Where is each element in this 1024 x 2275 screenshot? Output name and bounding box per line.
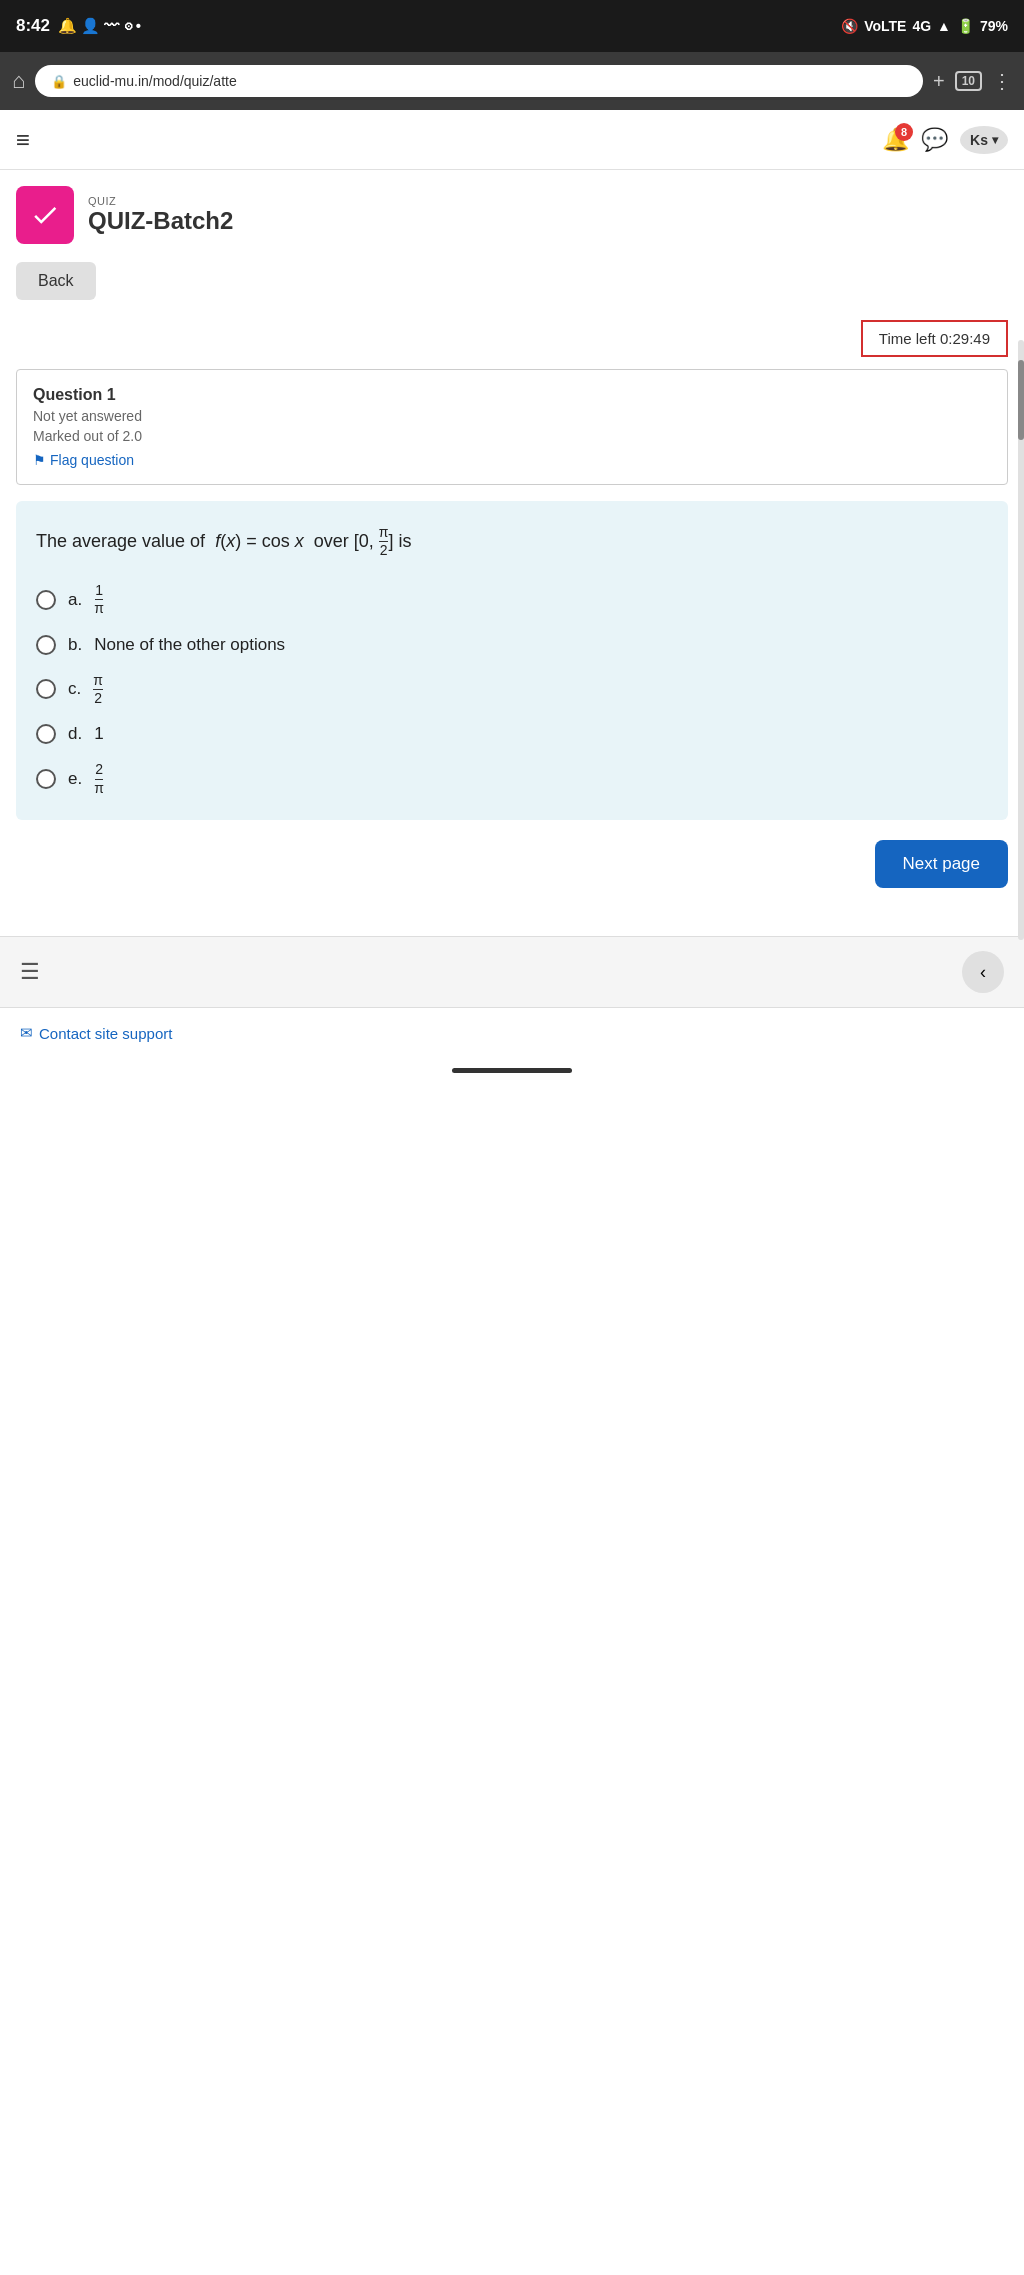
flag-label: Flag question <box>50 452 134 468</box>
option-b-value: None of the other options <box>94 635 285 655</box>
browser-actions: + 10 ⋮ <box>933 69 1012 93</box>
footer: ✉ Contact site support <box>0 1007 1024 1058</box>
radio-d[interactable] <box>36 724 56 744</box>
next-page-container: Next page <box>16 840 1008 888</box>
question-status: Not yet answered <box>33 408 991 424</box>
signal-bars: ▲ <box>937 18 951 34</box>
notifications-bell[interactable]: 🔔 8 <box>882 127 909 153</box>
option-d[interactable]: d. 1 <box>36 724 988 744</box>
chevron-down-icon: ▾ <box>992 133 998 147</box>
lte-label: VoLTE <box>864 18 906 34</box>
timer-container: Time left 0:29:49 <box>16 320 1008 357</box>
radio-e[interactable] <box>36 769 56 789</box>
quiz-header: QUIZ QUIZ-Batch2 <box>16 186 1008 244</box>
option-e-value: 2π <box>94 762 104 796</box>
user-initials: Ks <box>970 132 988 148</box>
user-avatar[interactable]: Ks ▾ <box>960 126 1008 154</box>
option-b-label: b. <box>68 635 82 655</box>
quiz-label: QUIZ <box>88 195 233 207</box>
notification-badge: 8 <box>895 123 913 141</box>
question-text: The average value of f(x) = cos x over [… <box>36 525 988 559</box>
radio-b[interactable] <box>36 635 56 655</box>
mute-icon: 🔇 <box>841 18 858 34</box>
next-page-button[interactable]: Next page <box>875 840 1009 888</box>
chat-icon[interactable]: 💬 <box>921 127 948 153</box>
flag-icon: ⚑ <box>33 452 46 468</box>
bottom-nav: ☰ ‹ <box>0 936 1024 1007</box>
main-content: QUIZ QUIZ-Batch2 Back Time left 0:29:49 … <box>0 170 1024 928</box>
tab-count[interactable]: 10 <box>955 71 982 91</box>
back-nav-button[interactable]: ‹ <box>962 951 1004 993</box>
radio-a[interactable] <box>36 590 56 610</box>
lock-icon: 🔒 <box>51 74 67 89</box>
battery-percent: 79% <box>980 18 1008 34</box>
option-e-label: e. <box>68 769 82 789</box>
option-a-value: 1π <box>94 583 104 617</box>
option-c-value: π2 <box>93 673 103 707</box>
hamburger-icon[interactable]: ≡ <box>16 126 30 154</box>
signal-4g: 4G <box>912 18 931 34</box>
option-e[interactable]: e. 2π <box>36 762 988 796</box>
plus-icon[interactable]: + <box>933 70 945 93</box>
nav-bar: ≡ 🔔 8 💬 Ks ▾ <box>0 110 1024 170</box>
options-list: a. 1π b. None of the other options c. <box>36 583 988 796</box>
question-number: Question 1 <box>33 386 991 404</box>
option-d-value: 1 <box>94 724 103 744</box>
status-time: 8:42 <box>16 16 50 36</box>
signal-icons: 🔔 👤 〰 ⊙ • <box>58 17 141 35</box>
option-c-label: c. <box>68 679 81 699</box>
home-indicator <box>0 1058 1024 1083</box>
more-icon[interactable]: ⋮ <box>992 69 1012 93</box>
scroll-thumb[interactable] <box>1018 360 1024 440</box>
chevron-left-icon: ‹ <box>980 962 986 983</box>
envelope-icon: ✉ <box>20 1024 33 1042</box>
status-bar: 8:42 🔔 👤 〰 ⊙ • 🔇 VoLTE 4G ▲ 🔋 79% <box>0 0 1024 52</box>
option-d-label: d. <box>68 724 82 744</box>
option-a-label: a. <box>68 590 82 610</box>
quiz-icon <box>16 186 74 244</box>
timer-box: Time left 0:29:49 <box>861 320 1008 357</box>
option-b[interactable]: b. None of the other options <box>36 635 988 655</box>
question-card: Question 1 Not yet answered Marked out o… <box>16 369 1008 485</box>
home-button[interactable]: ⌂ <box>12 68 25 94</box>
address-bar[interactable]: 🔒 euclid-mu.in/mod/quiz/atte <box>35 65 923 97</box>
option-c[interactable]: c. π2 <box>36 673 988 707</box>
browser-bar: ⌂ 🔒 euclid-mu.in/mod/quiz/atte + 10 ⋮ <box>0 52 1024 110</box>
question-mark: Marked out of 2.0 <box>33 428 991 444</box>
radio-c[interactable] <box>36 679 56 699</box>
contact-label: Contact site support <box>39 1025 172 1042</box>
menu-list-icon[interactable]: ☰ <box>20 959 40 985</box>
url-text: euclid-mu.in/mod/quiz/atte <box>73 73 236 89</box>
back-button[interactable]: Back <box>16 262 96 300</box>
home-bar <box>452 1068 572 1073</box>
battery-icon: 🔋 <box>957 18 974 34</box>
flag-question-button[interactable]: ⚑ Flag question <box>33 452 991 468</box>
contact-support-link[interactable]: ✉ Contact site support <box>20 1024 172 1042</box>
question-content: The average value of f(x) = cos x over [… <box>16 501 1008 820</box>
option-a[interactable]: a. 1π <box>36 583 988 617</box>
quiz-title: QUIZ-Batch2 <box>88 207 233 235</box>
scroll-track[interactable] <box>1018 340 1024 940</box>
quiz-title-block: QUIZ QUIZ-Batch2 <box>88 195 233 235</box>
